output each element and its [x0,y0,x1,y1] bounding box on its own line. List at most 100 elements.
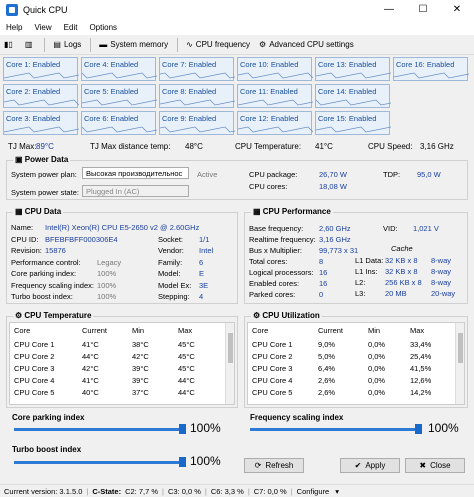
table-cell: 37°C [132,388,149,397]
table-cell: 41,5% [410,364,432,373]
core-tile[interactable]: Core 1: Enabled [3,57,79,81]
close-icon: ✖ [419,461,427,470]
cpu-data-right-value: 4 [199,292,204,301]
cpu-data-right-label: Socket: [158,234,184,244]
core-tile[interactable]: Core 5: Enabled [81,84,157,108]
cpu-data-value: Legacy [97,257,122,267]
slider-thumb[interactable] [179,424,186,434]
table-cell: CPU Core 4 [14,376,55,385]
bar-chart-icon: ▮▯ [4,40,13,49]
table-cell: CPU Core 1 [14,340,55,349]
menu-help[interactable]: Help [6,23,22,32]
cpu-data-value: 100% [97,292,117,301]
title-bar: Quick CPU — ☐ ✕ [0,0,474,20]
cpu-data-right-value: E [199,269,205,278]
column-header[interactable]: Min [368,326,380,335]
core-tile[interactable]: Core 14: Enabled [315,84,391,108]
column-header[interactable]: Max [178,326,192,335]
core-load-graph [4,126,79,133]
core-tile[interactable]: Core 15: Enabled [315,111,391,135]
cpu-data-label: CPU ID: [11,234,39,244]
system-memory-button[interactable]: ▬ System memory [99,40,168,49]
table-cell: 5,0% [318,352,336,361]
column-header[interactable]: Core [14,326,30,335]
configure-menu[interactable]: Configure ▾ [297,487,339,496]
minimize-button[interactable]: — [372,0,406,20]
column-header[interactable]: Core [252,326,268,335]
menu-edit[interactable]: Edit [64,23,78,32]
graph-button[interactable]: ▥ [25,40,36,49]
table-cell: 25,4% [410,352,432,361]
table-cell: CPU Core 2 [252,352,293,361]
close-window-button[interactable]: ✕ [440,0,474,20]
core-tile[interactable]: Core 13: Enabled [315,57,391,81]
column-header[interactable]: Min [132,326,144,335]
close-button[interactable]: ✖ Close [405,458,465,473]
temperature-table[interactable]: Core Current Min Max CPU Core 1 41°C 38°C 45°C C… [9,322,235,405]
utilization-scrollbar[interactable] [455,323,464,404]
frequency-scaling-slider[interactable] [250,424,422,434]
cpu-package-value: 26,70 W [319,170,347,179]
power-icon: ▣ [15,155,25,164]
refresh-button[interactable]: ⟳ Refresh [244,458,304,473]
menu-view[interactable]: View [34,23,51,32]
core-tile[interactable]: Core 9: Enabled [159,111,235,135]
column-header[interactable]: Current [82,326,107,335]
core-tile[interactable]: Core 8: Enabled [159,84,235,108]
cpu-data-right-label: Model: [158,269,181,278]
c7-value: C7: 0,0 % [253,486,287,496]
tjmax-value: 89°C [36,142,54,151]
core-tile[interactable]: Core 10: Enabled [237,57,313,81]
cpu-data-label: Frequency scaling index: [11,280,94,290]
power-data-title: ▣ Power Data [13,155,71,164]
table-cell: 0,0% [368,388,386,397]
core-load-graph [160,126,235,133]
gear-icon: ⚙ [259,40,267,49]
cpu-data-value: Intel(R) Xeon(R) CPU E5-2650 v2 @ 2.60GH… [45,223,200,232]
maximize-button[interactable]: ☐ [406,0,440,20]
core-tile[interactable]: Core 12: Enabled [237,111,313,135]
core-tile[interactable]: Core 3: Enabled [3,111,79,135]
core-parking-slider[interactable] [14,424,186,434]
slider-thumb[interactable] [415,424,422,434]
table-cell: CPU Core 5 [252,388,293,397]
check-icon: ✔ [354,461,362,470]
core-tile[interactable]: Core 7: Enabled [159,57,235,81]
version-text: Current version: 3.1.5.0 [4,486,83,496]
core-load-graph [82,126,157,133]
table-cell: 39°C [132,376,149,385]
core-tile[interactable]: Core 16: Enabled [393,57,469,81]
frequency-scaling-label: Frequency scaling index [250,413,344,422]
core-load-graph [316,126,391,133]
column-header[interactable]: Current [318,326,343,335]
table-cell: 6,4% [318,364,336,373]
cpu-data-right-label: Family: [158,257,183,267]
slider-thumb[interactable] [179,457,186,467]
menu-options[interactable]: Options [89,23,117,32]
core-tile[interactable]: Core 11: Enabled [237,84,313,108]
table-cell: 41°C [82,376,99,385]
table-cell: 45°C [178,364,195,373]
temperature-scrollbar[interactable] [225,323,234,404]
table-cell: CPU Core 2 [14,352,55,361]
advanced-cpu-settings-button[interactable]: ⚙ Advanced CPU settings [259,40,354,49]
apply-button[interactable]: ✔ Apply [340,458,400,473]
perf-label: Enabled cores: [249,279,300,288]
cache-size: 32 KB x 8 [385,256,418,265]
turbo-boost-slider[interactable] [14,457,186,467]
column-header[interactable]: Max [410,326,424,335]
core-load-graph [160,99,235,106]
core-tile[interactable]: Core 2: Enabled [3,84,79,108]
cache-way: 8-way [431,267,452,276]
core-tile[interactable]: Core 6: Enabled [81,111,157,135]
bar-chart-button[interactable]: ▮▯ [4,40,16,49]
core-tile[interactable]: Core 4: Enabled [81,57,157,81]
utilization-table[interactable]: Core Current Min Max CPU Core 1 9,0% 0,0% 33,4%… [247,322,465,405]
perf-value: 99,773 x 31 [319,246,359,255]
cpu-frequency-button[interactable]: ∿ CPU frequency [186,40,250,49]
power-plan-select[interactable]: Высокая производительнос [82,167,189,179]
cpu-data-group: ▦ CPU Data Name: Intel(R) Xeon(R) CPU E5-… [6,207,238,304]
power-data-group: ▣ Power Data System power plan: Высокая … [6,155,468,200]
logs-button[interactable]: ▤ Logs [53,40,81,49]
cpu-temperature-title: ⚙ CPU Temperature [13,311,94,320]
